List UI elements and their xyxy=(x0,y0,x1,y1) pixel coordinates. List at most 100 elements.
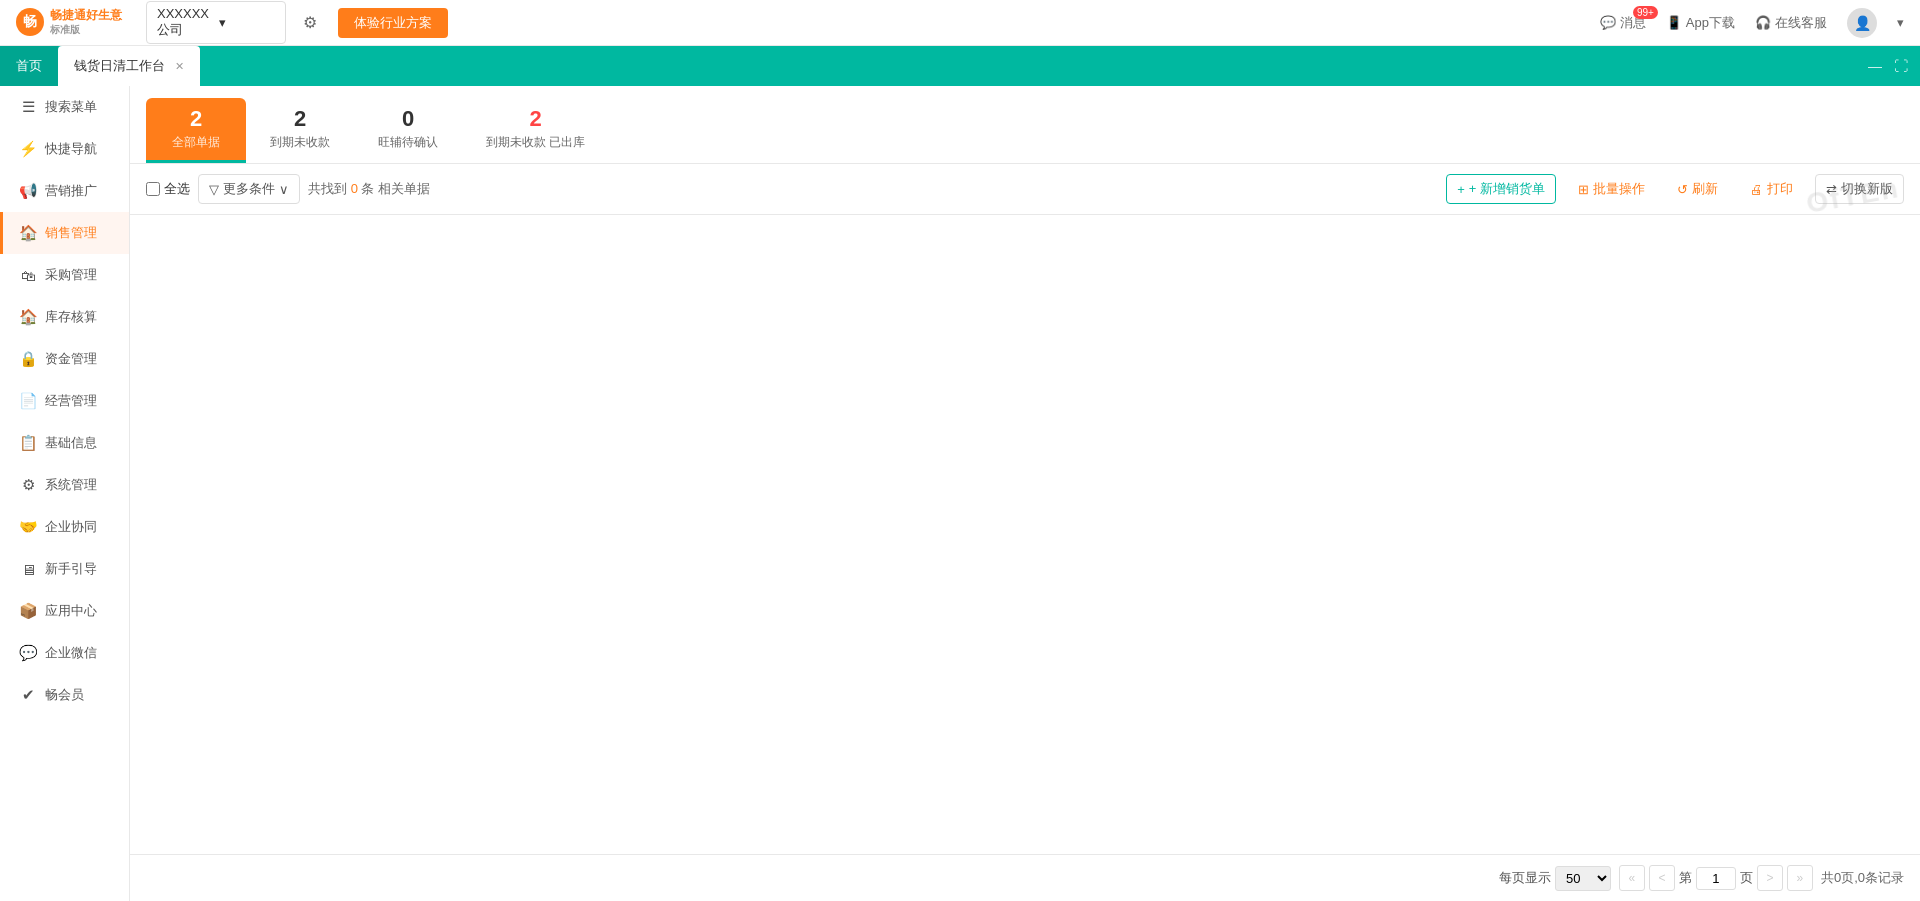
stat-overdue-label: 到期未收款 xyxy=(270,134,330,151)
sidebar-item-basicinfo[interactable]: 📋 基础信息 xyxy=(0,422,129,464)
print-label: 打印 xyxy=(1767,180,1793,198)
tab-cashflow-label: 钱货日清工作台 xyxy=(74,57,165,75)
sidebar-item-corpwechat[interactable]: 💬 企业微信 xyxy=(0,632,129,674)
first-page-button[interactable]: « xyxy=(1619,865,1645,891)
sidebar-label-system: 系统管理 xyxy=(45,476,97,494)
sidebar: ☰ 搜索菜单 ⚡ 快捷导航 📢 营销推广 🏠 销售管理 🛍 采购管理 🏠 库存核… xyxy=(0,86,130,901)
logo-name: 畅捷通好生意 xyxy=(50,8,122,22)
sidebar-label-marketing: 营销推广 xyxy=(45,182,97,200)
sidebar-item-purchase[interactable]: 🛍 采购管理 xyxy=(0,254,129,296)
sidebar-label-basicinfo: 基础信息 xyxy=(45,434,97,452)
select-all-text: 全选 xyxy=(164,180,190,198)
stat-tab-shipped[interactable]: 2 到期未收款 已出库 xyxy=(462,98,609,163)
batch-button[interactable]: ⊞ 批量操作 xyxy=(1568,175,1655,203)
stat-tab-all[interactable]: 2 全部单据 xyxy=(146,98,246,163)
pagination-bar: 每页显示 50 20 100 « < 第 页 > » 共0页,0条记录 xyxy=(130,854,1920,901)
sidebar-label-purchase: 采购管理 xyxy=(45,266,97,284)
message-badge: 99+ xyxy=(1633,6,1658,19)
sidebar-label-appcenter: 应用中心 xyxy=(45,602,97,620)
sidebar-item-search[interactable]: ☰ 搜索菜单 xyxy=(0,86,129,128)
marketing-icon: 📢 xyxy=(19,182,37,200)
sidebar-item-sales[interactable]: 🏠 销售管理 xyxy=(0,212,129,254)
tab-cashflow[interactable]: 钱货日清工作台 ✕ xyxy=(58,46,200,86)
settings-button[interactable]: ⚙ xyxy=(294,7,326,39)
operations-icon: 📄 xyxy=(19,392,37,410)
sidebar-item-finance[interactable]: 🔒 资金管理 xyxy=(0,338,129,380)
filter-label: 更多条件 xyxy=(223,180,275,198)
toolbar-left: 全选 ▽ 更多条件 ∨ 共找到 0 条 相关单据 xyxy=(146,174,1434,204)
logo-icon: 畅 xyxy=(16,8,44,36)
sidebar-item-marketing[interactable]: 📢 营销推广 xyxy=(0,170,129,212)
online-service-label: 在线客服 xyxy=(1775,14,1827,32)
sidebar-item-member[interactable]: ✔ 畅会员 xyxy=(0,674,129,716)
top-bar: 畅 畅捷通好生意 标准版 XXXXXX公司 ▾ ⚙ 体验行业方案 💬 消息 99… xyxy=(0,0,1920,46)
add-icon: + xyxy=(1457,182,1465,197)
minimize-icon[interactable]: — xyxy=(1868,58,1882,74)
message-button[interactable]: 💬 消息 99+ xyxy=(1600,14,1646,32)
found-unit: 条 xyxy=(361,181,374,196)
guide-icon: 🖥 xyxy=(19,561,37,578)
add-sale-button[interactable]: + + 新增销货单 xyxy=(1446,174,1556,204)
page-size-select[interactable]: 50 20 100 xyxy=(1555,866,1611,891)
username-display[interactable]: ▾ xyxy=(1897,15,1904,30)
stat-tab-pending[interactable]: 0 旺辅待确认 xyxy=(354,98,462,163)
top-right-area: 💬 消息 99+ 📱 App下载 🎧 在线客服 👤 ▾ xyxy=(1600,8,1904,38)
page-label: 第 xyxy=(1679,869,1692,887)
add-sale-label: + 新增销货单 xyxy=(1469,180,1545,198)
toolbar-right: + + 新增销货单 ⊞ 批量操作 ↺ 刷新 🖨 打印 ⇄ 切换新版 xyxy=(1446,174,1904,204)
refresh-button[interactable]: ↺ 刷新 xyxy=(1667,175,1728,203)
last-page-button[interactable]: » xyxy=(1787,865,1813,891)
page-input[interactable] xyxy=(1696,867,1736,890)
page-navigation: « < 第 页 > » xyxy=(1619,865,1813,891)
refresh-icon: ↺ xyxy=(1677,182,1688,197)
purchase-icon: 🛍 xyxy=(19,267,37,284)
chevron-down-icon-user: ▾ xyxy=(1897,15,1904,30)
tab-close-button[interactable]: ✕ xyxy=(175,60,184,73)
toolbar: 全选 ▽ 更多条件 ∨ 共找到 0 条 相关单据 + + 新增销货单 xyxy=(130,164,1920,215)
found-count: 0 xyxy=(351,181,358,196)
page-suffix: 页 xyxy=(1740,869,1753,887)
sidebar-item-quicknav[interactable]: ⚡ 快捷导航 xyxy=(0,128,129,170)
corpwechat-icon: 💬 xyxy=(19,644,37,662)
phone-icon: 📱 xyxy=(1666,15,1682,30)
app-download-button[interactable]: 📱 App下载 xyxy=(1666,14,1735,32)
sidebar-item-collab[interactable]: 🤝 企业协同 xyxy=(0,506,129,548)
switch-version-button[interactable]: ⇄ 切换新版 xyxy=(1815,174,1904,204)
content-area: 2 全部单据 2 到期未收款 0 旺辅待确认 2 到期未收款 已出库 全选 xyxy=(130,86,1920,901)
sidebar-item-system[interactable]: ⚙ 系统管理 xyxy=(0,464,129,506)
select-all-checkbox[interactable] xyxy=(146,182,160,196)
stat-tab-overdue[interactable]: 2 到期未收款 xyxy=(246,98,354,163)
quicknav-icon: ⚡ xyxy=(19,140,37,158)
next-page-button[interactable]: > xyxy=(1757,865,1783,891)
print-button[interactable]: 🖨 打印 xyxy=(1740,175,1803,203)
sidebar-item-inventory[interactable]: 🏠 库存核算 xyxy=(0,296,129,338)
filter-button[interactable]: ▽ 更多条件 ∨ xyxy=(198,174,300,204)
sidebar-label-collab: 企业协同 xyxy=(45,518,97,536)
sidebar-item-operations[interactable]: 📄 经营管理 xyxy=(0,380,129,422)
experience-button[interactable]: 体验行业方案 xyxy=(338,8,448,38)
select-all-label[interactable]: 全选 xyxy=(146,180,190,198)
company-selector[interactable]: XXXXXX公司 ▾ xyxy=(146,1,286,44)
message-icon: 💬 xyxy=(1600,15,1616,30)
online-service-button[interactable]: 🎧 在线客服 xyxy=(1755,14,1827,32)
sidebar-label-inventory: 库存核算 xyxy=(45,308,97,326)
page-size-label: 每页显示 xyxy=(1499,869,1551,887)
maximize-icon[interactable]: ⛶ xyxy=(1894,58,1908,74)
member-icon: ✔ xyxy=(19,686,37,704)
prev-page-button[interactable]: < xyxy=(1649,865,1675,891)
sidebar-label-guide: 新手引导 xyxy=(45,560,97,578)
page-size-selector: 每页显示 50 20 100 xyxy=(1499,866,1611,891)
search-menu-icon: ☰ xyxy=(19,98,37,116)
system-icon: ⚙ xyxy=(19,476,37,494)
sidebar-item-guide[interactable]: 🖥 新手引导 xyxy=(0,548,129,590)
stat-shipped-label: 到期未收款 已出库 xyxy=(486,134,585,151)
tab-home[interactable]: 首页 xyxy=(0,46,58,86)
tab-bar: 首页 钱货日清工作台 ✕ — ⛶ xyxy=(0,46,1920,86)
sidebar-item-appcenter[interactable]: 📦 应用中心 xyxy=(0,590,129,632)
sidebar-label-corpwechat: 企业微信 xyxy=(45,644,97,662)
appcenter-icon: 📦 xyxy=(19,602,37,620)
gear-icon: ⚙ xyxy=(303,13,317,32)
finance-icon: 🔒 xyxy=(19,350,37,368)
sidebar-label-member: 畅会员 xyxy=(45,686,84,704)
avatar[interactable]: 👤 xyxy=(1847,8,1877,38)
